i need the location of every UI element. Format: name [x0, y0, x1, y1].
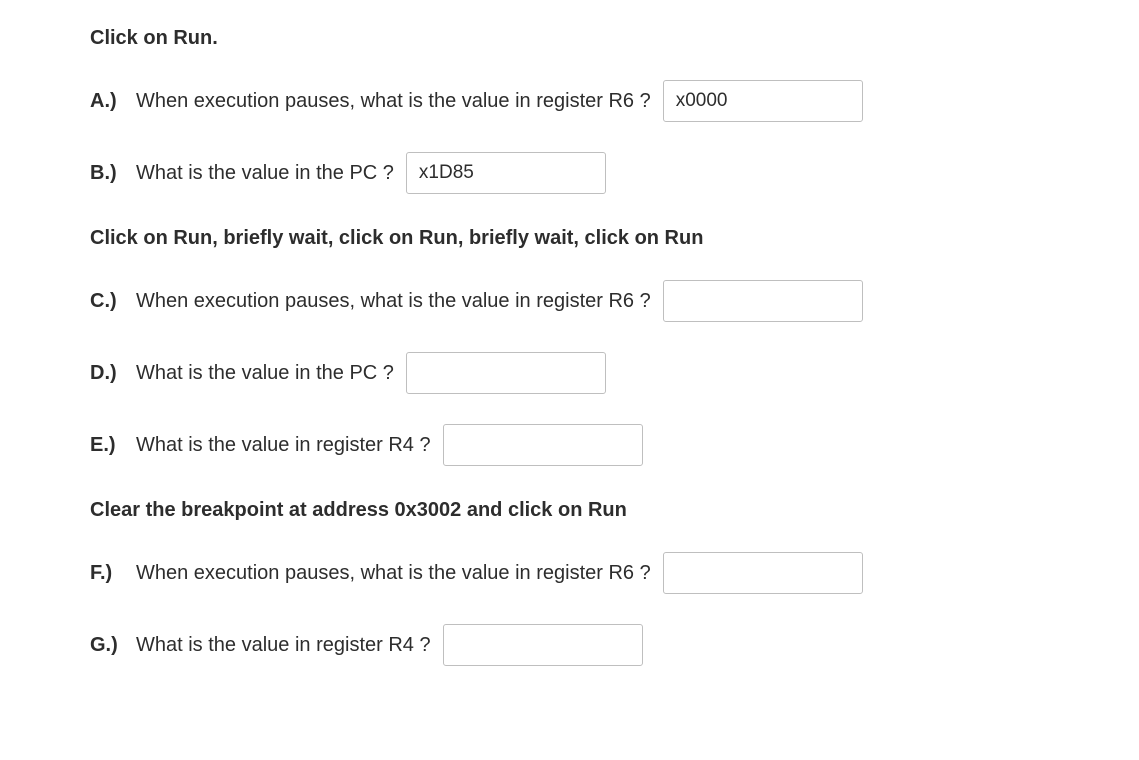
question-row-d: D.) What is the value in the PC ? — [90, 352, 1049, 394]
question-c-letter: C.) — [90, 287, 122, 315]
question-a-text: When execution pauses, what is the value… — [136, 87, 651, 115]
instruction-heading-3: Clear the breakpoint at address 0x3002 a… — [90, 496, 1049, 524]
question-a-label: A.) When execution pauses, what is the v… — [90, 87, 651, 115]
instruction-heading-2: Click on Run, briefly wait, click on Run… — [90, 224, 1049, 252]
answer-input-b[interactable] — [406, 152, 606, 194]
question-d-text: What is the value in the PC ? — [136, 359, 394, 387]
answer-input-d[interactable] — [406, 352, 606, 394]
question-row-f: F.) When execution pauses, what is the v… — [90, 552, 1049, 594]
question-a-letter: A.) — [90, 87, 122, 115]
question-c-label: C.) When execution pauses, what is the v… — [90, 287, 651, 315]
question-f-letter: F.) — [90, 559, 122, 587]
question-b-text: What is the value in the PC ? — [136, 159, 394, 187]
question-row-g: G.) What is the value in register R4 ? — [90, 624, 1049, 666]
question-e-text: What is the value in register R4 ? — [136, 431, 431, 459]
answer-input-a[interactable] — [663, 80, 863, 122]
question-row-a: A.) When execution pauses, what is the v… — [90, 80, 1049, 122]
question-g-letter: G.) — [90, 631, 122, 659]
answer-input-g[interactable] — [443, 624, 643, 666]
question-f-label: F.) When execution pauses, what is the v… — [90, 559, 651, 587]
question-c-text: When execution pauses, what is the value… — [136, 287, 651, 315]
answer-input-e[interactable] — [443, 424, 643, 466]
question-b-letter: B.) — [90, 159, 122, 187]
question-d-label: D.) What is the value in the PC ? — [90, 359, 394, 387]
question-b-label: B.) What is the value in the PC ? — [90, 159, 394, 187]
question-d-letter: D.) — [90, 359, 122, 387]
question-f-text: When execution pauses, what is the value… — [136, 559, 651, 587]
answer-input-c[interactable] — [663, 280, 863, 322]
question-g-label: G.) What is the value in register R4 ? — [90, 631, 431, 659]
answer-input-f[interactable] — [663, 552, 863, 594]
question-e-letter: E.) — [90, 431, 122, 459]
question-row-b: B.) What is the value in the PC ? — [90, 152, 1049, 194]
question-g-text: What is the value in register R4 ? — [136, 631, 431, 659]
question-e-label: E.) What is the value in register R4 ? — [90, 431, 431, 459]
instruction-heading-1: Click on Run. — [90, 24, 1049, 52]
question-row-c: C.) When execution pauses, what is the v… — [90, 280, 1049, 322]
question-row-e: E.) What is the value in register R4 ? — [90, 424, 1049, 466]
